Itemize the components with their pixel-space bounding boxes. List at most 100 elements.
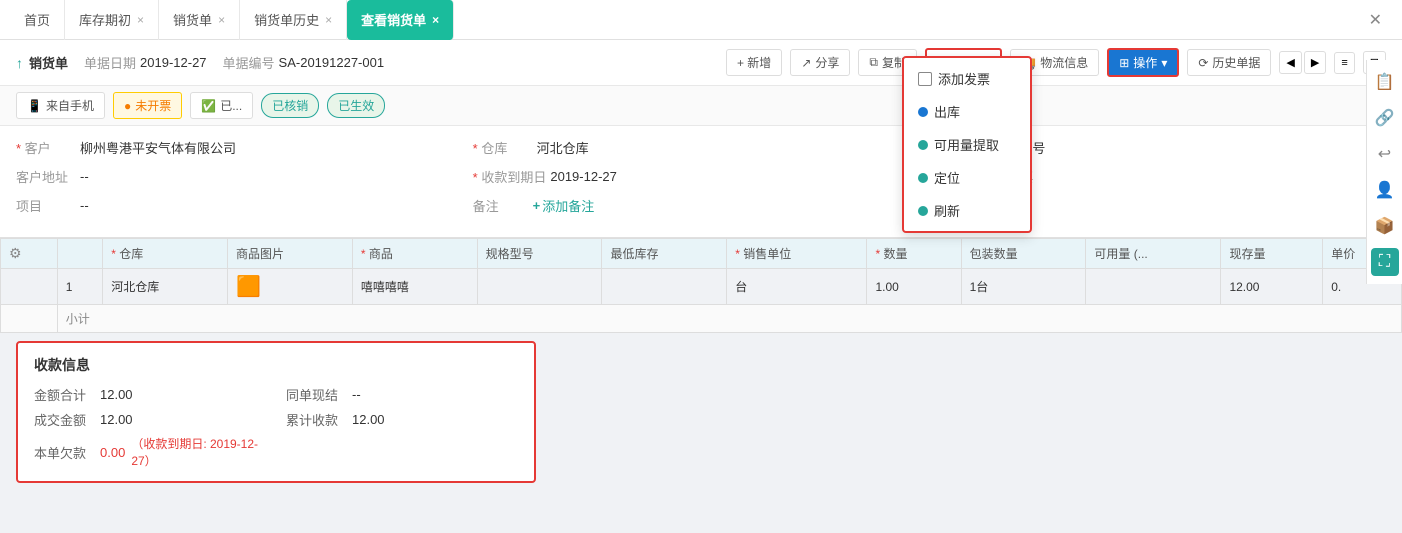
form-row-3: 项目 -- 备注 添加备注 业务员孟 --	[16, 196, 1386, 215]
doc-header: ↑ 销货单 单据日期 2019-12-27 单据编号 SA-20191227-0…	[0, 40, 1402, 86]
form-row-2: 客户地址 -- 收款到期日 2019-12-27 票据类型 不开票	[16, 167, 1386, 186]
tab-sales-order-close[interactable]: ×	[218, 13, 225, 27]
ticket-icon: ●	[124, 99, 131, 113]
col-quantity: 数量	[867, 239, 961, 269]
sidebar-icon-link[interactable]: 🔗	[1371, 104, 1399, 132]
col-sales-unit: 销售单位	[727, 239, 867, 269]
col-image: 商品图片	[228, 239, 353, 269]
toolbar-row: 📱 来自手机 ● 未开票 ✅ 已... 已核销 已生效	[0, 86, 1402, 126]
gear-icon[interactable]: ⚙	[9, 245, 22, 261]
doc-title: ↑ 销货单	[16, 53, 68, 72]
subtotal-gear	[1, 305, 58, 333]
row-pack-qty: 1台	[961, 269, 1086, 305]
sidebar-icon-doc[interactable]: 📋	[1371, 68, 1399, 96]
form-row-1: 客户 柳州粤港平安气体有限公司 仓库 河北仓库 业务员 演示账号	[16, 138, 1386, 157]
current-owed-hint: （收款到期日: 2019-12-27）	[131, 435, 266, 469]
col-available: 可用量 (...	[1086, 239, 1221, 269]
sidebar-icon-user[interactable]: 👤	[1371, 176, 1399, 204]
total-label: 金额合计	[34, 385, 94, 404]
tab-view-sales[interactable]: 查看销货单 ×	[347, 0, 454, 40]
cumulative-label: 累计收款	[286, 410, 346, 429]
col-min-stock: 最低库存	[602, 239, 727, 269]
table-header-row: ⚙ 仓库 商品图片 商品 规格型号 最低库存 销售单位 数量 包装数量 可用量 …	[1, 239, 1402, 269]
doc-meta: 单据日期 2019-12-27 单据编号 SA-20191227-001	[84, 53, 384, 72]
tab-view-sales-close[interactable]: ×	[432, 13, 439, 27]
payment-grid: 金额合计 12.00 同单现结 -- 成交金额 12.00 累计收款 12.00…	[34, 385, 518, 469]
confirm-icon: ✅	[201, 99, 216, 113]
nav-prev-btn[interactable]: ◀	[1279, 51, 1301, 74]
nav-next-btn[interactable]: ▶	[1304, 51, 1326, 74]
new-btn[interactable]: + 新增	[726, 49, 782, 76]
share-icon: ↗	[801, 56, 811, 70]
operation-btn[interactable]: ⊞ 操作 ▾	[1107, 48, 1179, 77]
menu-refresh[interactable]: 刷新	[904, 194, 1030, 227]
payment-cumulative: 累计收款 12.00	[286, 410, 518, 429]
col-gear: ⚙	[1, 239, 58, 269]
current-owed-value: 0.00	[100, 445, 125, 460]
address-field: 客户地址 --	[16, 167, 473, 186]
menu-available-qty[interactable]: 可用量提取	[904, 128, 1030, 161]
doc-type-label: 销货单	[29, 53, 68, 72]
project-value: --	[76, 198, 93, 213]
share-btn[interactable]: ↗ 分享	[790, 49, 850, 76]
customer-label: 客户	[16, 138, 76, 157]
tab-home[interactable]: 首页	[10, 0, 65, 40]
sidebar-icon-package[interactable]: 📦	[1371, 212, 1399, 240]
project-label: 项目	[16, 196, 76, 215]
address-value: --	[76, 169, 93, 184]
row-gear	[1, 269, 58, 305]
add-note-btn[interactable]: 添加备注	[533, 196, 595, 215]
view-list-btn[interactable]: ≡	[1334, 52, 1354, 74]
history-btn[interactable]: ⟳ 历史单据	[1187, 49, 1271, 76]
sidebar-icon-return[interactable]: ↩	[1371, 140, 1399, 168]
tab-inventory-init[interactable]: 库存期初 ×	[65, 0, 159, 40]
from-phone-btn[interactable]: 📱 来自手机	[16, 92, 105, 119]
col-spec: 规格型号	[477, 239, 602, 269]
not-open-ticket-btn[interactable]: ● 未开票	[113, 92, 182, 119]
current-owed-label: 本单欠款	[34, 443, 94, 462]
tab-inventory-init-close[interactable]: ×	[137, 13, 144, 27]
menu-outbound[interactable]: 出库	[904, 95, 1030, 128]
deal-amount-label: 成交金额	[34, 410, 94, 429]
sidebar-icon-expand[interactable]: ⛶	[1371, 248, 1399, 276]
row-sales-unit: 台	[727, 269, 867, 305]
payment-deal-amount: 成交金额 12.00	[34, 410, 266, 429]
checked-badge: 已核销	[261, 93, 319, 118]
form-area: 客户 柳州粤港平安气体有限公司 仓库 河北仓库 业务员 演示账号 客户地址 --…	[0, 126, 1402, 237]
right-sidebar: 📋 🔗 ↩ 👤 📦 ⛶	[1366, 60, 1402, 284]
menu-locate[interactable]: 定位	[904, 161, 1030, 194]
window-close-btn[interactable]: ✕	[1359, 10, 1392, 30]
menu-add-invoice[interactable]: 添加发票	[904, 62, 1030, 95]
warehouse-value: 河北仓库	[533, 138, 593, 157]
same-order-value: --	[352, 387, 361, 402]
payment-date-value: 2019-12-27	[546, 169, 621, 184]
warehouse-field: 仓库 河北仓库	[473, 138, 930, 157]
history-icon: ⟳	[1198, 56, 1208, 70]
copy-icon: ⧉	[869, 55, 878, 70]
row-quantity: 1.00	[867, 269, 961, 305]
effective-badge: 已生效	[327, 93, 385, 118]
product-table: ⚙ 仓库 商品图片 商品 规格型号 最低库存 销售单位 数量 包装数量 可用量 …	[0, 238, 1402, 333]
operation-dropdown-menu: 添加发票 出库 可用量提取 定位 刷新	[902, 56, 1032, 233]
tab-sales-history-close[interactable]: ×	[325, 13, 332, 27]
address-label: 客户地址	[16, 167, 76, 186]
tab-sales-history[interactable]: 销货单历史 ×	[240, 0, 347, 40]
project-field: 项目 --	[16, 196, 473, 215]
payment-same-order: 同单现结 --	[286, 385, 518, 404]
phone-icon: 📱	[27, 99, 42, 113]
doc-date-field: 单据日期 2019-12-27	[84, 53, 207, 72]
doc-actions: + 新增 ↗ 分享 ⧉ 复制 🖨 打印 ▾ 🚚 物流信息 ⊞ 操作 ▾	[726, 48, 1386, 77]
row-warehouse: 河北仓库	[103, 269, 228, 305]
table-wrap: ⚙ 仓库 商品图片 商品 规格型号 最低库存 销售单位 数量 包装数量 可用量 …	[0, 237, 1402, 333]
tab-sales-order[interactable]: 销货单 ×	[159, 0, 240, 40]
col-product: 商品	[352, 239, 477, 269]
row-index: 1	[57, 269, 102, 305]
confirm-btn[interactable]: ✅ 已...	[190, 92, 253, 119]
cumulative-value: 12.00	[352, 412, 385, 427]
doc-type-icon: ↑	[16, 55, 23, 71]
total-value: 12.00	[100, 387, 133, 402]
col-index	[57, 239, 102, 269]
payment-info-title: 收款信息	[34, 355, 518, 375]
deal-amount-value: 12.00	[100, 412, 133, 427]
customer-field: 客户 柳州粤港平安气体有限公司	[16, 138, 473, 157]
